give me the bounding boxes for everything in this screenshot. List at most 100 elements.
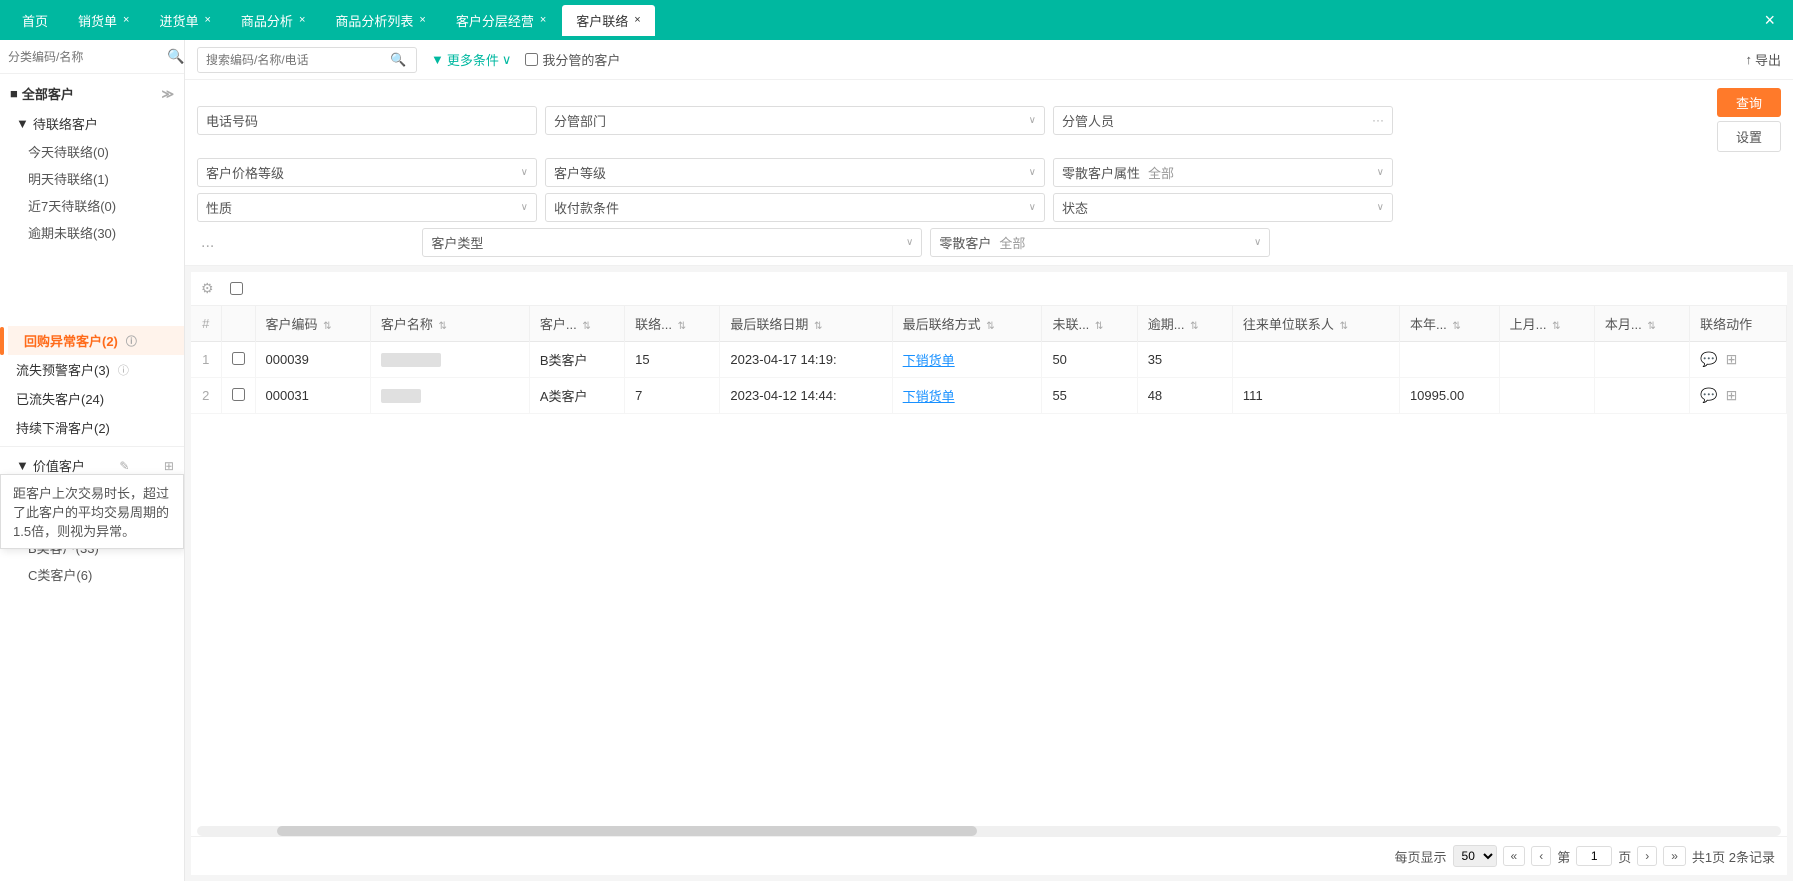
first-page-btn[interactable]: « <box>1503 846 1526 866</box>
cell-method-1[interactable]: 下销货单 <box>892 342 1042 378</box>
per-page-select[interactable]: 50 <box>1453 845 1497 867</box>
col-this-month[interactable]: 本月... ⇅ <box>1594 306 1689 342</box>
grid-icon-1[interactable]: ⊞ <box>1726 351 1738 368</box>
col-contact-person[interactable]: 往来单位联系人 ⇅ <box>1232 306 1399 342</box>
col-name[interactable]: 客户名称 ⇅ <box>370 306 529 342</box>
settings-group-icon[interactable]: ⊞ <box>164 459 174 473</box>
close-tab-product-list[interactable]: × <box>419 14 425 26</box>
sidebar-collapse-icon[interactable]: ≫ <box>161 87 174 101</box>
filter-row-4: ... 客户类型 ∨ 零散客户 全部 ∨ <box>197 228 1781 257</box>
tab-home[interactable]: 首页 <box>8 5 62 36</box>
select-all-checkbox[interactable] <box>230 282 243 295</box>
row-checkbox-2[interactable] <box>232 388 245 401</box>
filter-phone[interactable]: 电话号码 <box>197 106 537 135</box>
col-last-method[interactable]: 最后联络方式 ⇅ <box>892 306 1042 342</box>
sidebar-item-churned[interactable]: 已流失客户(24) <box>0 384 184 413</box>
sidebar-group-pending[interactable]: ▼ 待联络客户 <box>0 109 184 138</box>
tab-customer-stratify[interactable]: 客户分层经营 × <box>442 5 560 36</box>
tab-purchase-order[interactable]: 进货单 × <box>145 5 224 36</box>
col-overdue[interactable]: 逾期... ⇅ <box>1137 306 1232 342</box>
filter-status[interactable]: 状态 ∨ <box>1053 193 1393 222</box>
sort-name-icon: ⇅ <box>438 321 446 332</box>
table-row: 1 000039 B类客户 15 2023-04-17 14:19: 下销货单 … <box>191 342 1787 378</box>
tab-customer-contact[interactable]: 客户联络 × <box>562 5 654 36</box>
page-number-input[interactable] <box>1576 846 1612 866</box>
tab-product-analysis-list[interactable]: 商品分析列表 × <box>321 5 439 36</box>
cell-name-2 <box>370 378 529 414</box>
filter-manager[interactable]: 分管人员 ··· <box>1053 106 1393 135</box>
scrollbar-thumb[interactable] <box>277 826 977 836</box>
filter-customer-type[interactable]: 客户类型 ∨ <box>422 228 922 257</box>
blurred-name-2 <box>381 389 421 403</box>
close-tab-contact[interactable]: × <box>634 14 640 26</box>
method-link-2[interactable]: 下销货单 <box>903 389 955 404</box>
expand-filter-dots[interactable]: ... <box>197 234 218 252</box>
cell-person-1 <box>1232 342 1399 378</box>
tab-sales-order[interactable]: 销货单 × <box>64 5 143 36</box>
col-type[interactable]: 客户... ⇅ <box>529 306 624 342</box>
grid-icon-2[interactable]: ⊞ <box>1726 387 1738 404</box>
more-conditions-btn[interactable]: ▼ 更多条件 ∨ <box>425 46 517 73</box>
settings-button[interactable]: 设置 <box>1717 121 1781 152</box>
sidebar-item-repurchase-abnormal[interactable]: 回购异常客户(2) ⓘ <box>8 326 184 355</box>
sidebar-item-tomorrow[interactable]: 明天待联络(1) <box>0 165 184 192</box>
advanced-filter: 电话号码 分管部门 ∨ 分管人员 ··· 查询 设置 客户价格等级 <box>185 80 1793 266</box>
horizontal-scrollbar[interactable] <box>197 826 1781 836</box>
filter-row-2: 客户价格等级 ∨ 客户等级 ∨ 零散客户属性 全部 ∨ <box>197 158 1781 187</box>
close-all-button[interactable]: × <box>1754 6 1785 35</box>
chat-icon-1[interactable]: 💬 <box>1700 351 1717 368</box>
close-tab-purchase[interactable]: × <box>204 14 210 26</box>
sidebar-item-7days[interactable]: 近7天待联络(0) <box>0 192 184 219</box>
export-button[interactable]: ↑ 导出 <box>1745 50 1781 69</box>
col-this-year[interactable]: 本年... ⇅ <box>1399 306 1499 342</box>
chat-icon-2[interactable]: 💬 <box>1700 387 1717 404</box>
sidebar-item-declining[interactable]: 持续下滑客户(2) <box>0 413 184 442</box>
tab-product-analysis[interactable]: 商品分析 × <box>227 5 319 36</box>
edit-group-icon[interactable]: ✎ <box>119 459 129 473</box>
close-tab-product-analysis[interactable]: × <box>299 14 305 26</box>
table-settings-icon[interactable]: ⚙ <box>201 280 214 297</box>
sidebar-item-today[interactable]: 今天待联络(0) <box>0 138 184 165</box>
method-link-1[interactable]: 下销货单 <box>903 353 955 368</box>
col-last-date[interactable]: 最后联络日期 ⇅ <box>720 306 892 342</box>
sidebar-all-customers[interactable]: ■ 全部客户 ≫ <box>0 78 184 109</box>
level-caret: ∨ <box>1029 167 1036 178</box>
close-tab-sales[interactable]: × <box>123 14 129 26</box>
cell-method-2[interactable]: 下销货单 <box>892 378 1042 414</box>
table-wrapper: # 客户编码 ⇅ 客户名称 ⇅ 客户... <box>191 306 1787 826</box>
search-input[interactable] <box>206 53 386 67</box>
sidebar-item-overdue[interactable]: 逾期未联络(30) <box>0 219 184 246</box>
row-checkbox-1[interactable] <box>232 352 245 365</box>
filter-retail-attr[interactable]: 零散客户属性 全部 ∨ <box>1053 158 1393 187</box>
filter-nature[interactable]: 性质 ∨ <box>197 193 537 222</box>
col-last-month[interactable]: 上月... ⇅ <box>1499 306 1594 342</box>
filter-price-level[interactable]: 客户价格等级 ∨ <box>197 158 537 187</box>
filter-retail-customer[interactable]: 零散客户 全部 ∨ <box>930 228 1270 257</box>
sidebar-search-bar: 🔍 <box>0 40 184 74</box>
prev-page-btn[interactable]: ‹ <box>1531 846 1551 866</box>
sort-lmonth-icon: ⇅ <box>1552 321 1560 332</box>
my-customers-checkbox[interactable] <box>525 53 538 66</box>
filter-customer-level[interactable]: 客户等级 ∨ <box>545 158 1045 187</box>
sidebar-item-churn-warning[interactable]: 流失预警客户(3) ⓘ <box>0 355 184 384</box>
sidebar-item-c-class[interactable]: C类客户(6) <box>0 561 184 588</box>
next-page-btn[interactable]: › <box>1637 846 1657 866</box>
close-tab-stratify[interactable]: × <box>540 14 546 26</box>
table-row: 2 000031 A类客户 7 2023-04-12 14:44: 下销货单 5… <box>191 378 1787 414</box>
table-toolbar: ⚙ <box>191 272 1787 306</box>
price-caret: ∨ <box>521 167 528 178</box>
last-page-btn[interactable]: » <box>1663 846 1686 866</box>
info-icon-2: ⓘ <box>118 362 129 378</box>
col-code[interactable]: 客户编码 ⇅ <box>255 306 370 342</box>
filter-department[interactable]: 分管部门 ∨ <box>545 106 1045 135</box>
cell-check-2 <box>221 378 255 414</box>
manager-dots[interactable]: ··· <box>1372 113 1384 127</box>
sidebar-search-input[interactable] <box>8 50 163 64</box>
col-uncontacted[interactable]: 未联... ⇅ <box>1042 306 1137 342</box>
main-layout: 🔍 ■ 全部客户 ≫ ▼ 待联络客户 今天待联络(0) 明天待联络(1) 近7天… <box>0 40 1793 881</box>
query-button[interactable]: 查询 <box>1717 88 1781 117</box>
filter-payment[interactable]: 收付款条件 ∨ <box>545 193 1045 222</box>
col-contact[interactable]: 联络... ⇅ <box>625 306 720 342</box>
sort-contact-icon: ⇅ <box>678 321 686 332</box>
cell-check-1 <box>221 342 255 378</box>
